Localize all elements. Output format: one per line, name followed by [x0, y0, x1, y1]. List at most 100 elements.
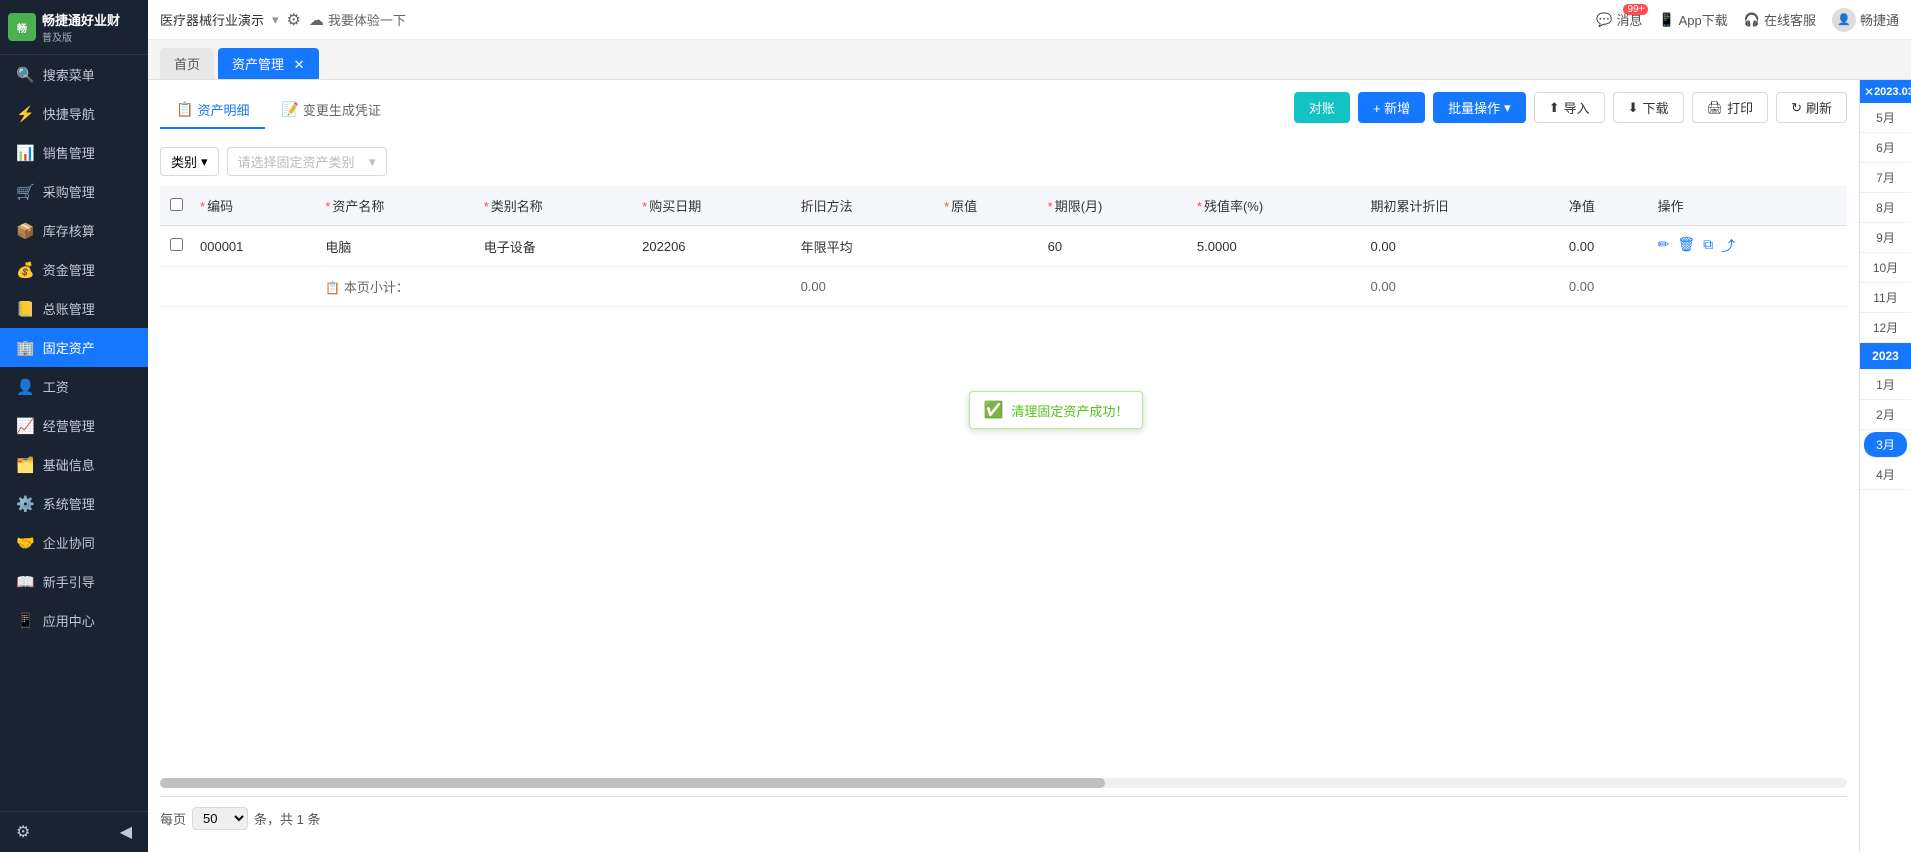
app-download-button[interactable]: 📱 App下载: [1658, 10, 1727, 29]
row-net-value: 0.00: [1561, 226, 1650, 267]
th-actions-label: 操作: [1658, 199, 1684, 214]
sidebar-item-funds[interactable]: 💰资金管理: [0, 250, 148, 289]
sidebar-label-quick-nav: 快捷导航: [43, 104, 95, 123]
batch-ops-label: 批量操作: [1448, 98, 1500, 117]
sidebar-item-app-center[interactable]: 📱应用中心: [0, 601, 148, 640]
tab-asset-management-label: 资产管理: [232, 57, 284, 72]
sidebar-icon-ledger: 📒: [16, 300, 35, 318]
timeline-year-label: 2023.03: [1874, 86, 1911, 98]
experience-label: 我要体验一下: [328, 10, 406, 29]
sidebar-icon-quick-nav: ⚡: [16, 105, 35, 123]
th-net-value-label: 净值: [1569, 199, 1595, 214]
app-title-block: 畅捷通好业财 普及版: [42, 10, 120, 44]
table-horizontal-scrollbar[interactable]: [160, 778, 1847, 788]
sidebar-icon-system: ⚙️: [16, 495, 35, 513]
per-page-label: 每页: [160, 809, 186, 828]
timeline-month[interactable]: 1月: [1860, 370, 1911, 400]
sidebar-icon-inventory: 📦: [16, 222, 35, 240]
category-value-select[interactable]: 请选择固定资产类别 ▾: [227, 147, 387, 176]
timeline-month[interactable]: 8月: [1860, 193, 1911, 223]
user-profile[interactable]: 👤 畅捷通: [1832, 8, 1899, 32]
import-button[interactable]: ⬆ 导入: [1534, 92, 1605, 123]
download-icon: ⬇: [1628, 100, 1639, 116]
sub-tab-asset-detail[interactable]: 📋 资产明细: [160, 92, 265, 129]
sidebar-item-guide[interactable]: 📖新手引导: [0, 562, 148, 601]
topbar-right: 💬 消息 99+ 📱 App下载 🎧 在线客服 👤 畅捷通: [1596, 8, 1899, 32]
sidebar-item-fixed-assets[interactable]: 🏢固定资产: [0, 328, 148, 367]
sub-tab-change-voucher[interactable]: 📝 变更生成凭证: [265, 92, 396, 129]
more-icon[interactable]: ⤴: [1721, 236, 1735, 256]
experience-button[interactable]: ☁ 我要体验一下: [309, 10, 406, 29]
success-message: 清理固定资产成功！: [1011, 401, 1128, 420]
edit-icon[interactable]: ✏: [1658, 236, 1670, 256]
collapse-icon[interactable]: ◀: [120, 822, 132, 842]
sidebar-item-sales[interactable]: 📊销售管理: [0, 133, 148, 172]
import-label: 导入: [1564, 98, 1590, 117]
tab-home[interactable]: 首页: [160, 48, 214, 79]
timeline-month[interactable]: 5月: [1860, 103, 1911, 133]
download-button[interactable]: ⬇ 下载: [1613, 92, 1684, 123]
sidebar-item-ledger[interactable]: 📒总账管理: [0, 289, 148, 328]
th-residual-rate: *残值率(%): [1189, 186, 1363, 226]
company-dropdown-icon[interactable]: ▾: [272, 12, 279, 28]
print-button[interactable]: 🖨 打印: [1692, 92, 1769, 123]
subtotal-initial: 0.00: [1363, 267, 1561, 307]
delete-icon[interactable]: 🗑: [1677, 236, 1695, 256]
row-depreciation-method-value: 年限平均: [801, 240, 853, 255]
sidebar-item-search[interactable]: 🔍搜索菜单: [0, 55, 148, 94]
timeline-month[interactable]: 2月: [1860, 400, 1911, 430]
timeline-month[interactable]: 11月: [1860, 283, 1911, 313]
timeline-month[interactable]: 4月: [1860, 460, 1911, 490]
action-icons: ✏ 🗑 ⧉ ⤴: [1658, 236, 1839, 256]
tab-home-label: 首页: [174, 57, 200, 72]
subtotal-mid: [936, 267, 1362, 307]
select-all-checkbox[interactable]: [170, 198, 183, 211]
sidebar-item-inventory[interactable]: 📦库存核算: [0, 211, 148, 250]
sidebar-item-payroll[interactable]: 👤工资: [0, 367, 148, 406]
tab-asset-management[interactable]: 资产管理 ✕: [218, 48, 319, 79]
print-label: 打印: [1727, 98, 1753, 117]
subtotal-actions: [1650, 267, 1847, 307]
per-page-select[interactable]: 50 100 200: [192, 807, 248, 830]
sidebar-label-sales: 销售管理: [43, 143, 95, 162]
online-service-icon: 🎧: [1744, 12, 1760, 28]
settings-icon[interactable]: ⚙: [16, 822, 30, 842]
sidebar-item-purchase[interactable]: 🛒采购管理: [0, 172, 148, 211]
category-value-placeholder: 请选择固定资产类别: [238, 152, 355, 171]
reconcile-button[interactable]: 对账: [1294, 92, 1350, 123]
timeline-month[interactable]: 10月: [1860, 253, 1911, 283]
timeline-close-icon[interactable]: ✕: [1864, 85, 1874, 99]
timeline-month[interactable]: 12月: [1860, 313, 1911, 343]
timeline-month[interactable]: 7月: [1860, 163, 1911, 193]
timeline-month[interactable]: 9月: [1860, 223, 1911, 253]
timeline-month[interactable]: 3月: [1864, 432, 1907, 458]
th-purchase-date-label: 购买日期: [649, 199, 701, 214]
row-category: 电子设备: [476, 226, 634, 267]
new-button[interactable]: + 新增: [1358, 92, 1425, 123]
table-header-row: *编码 *资产名称 *类别名称 *购买日期 折旧方法 *原值 *期限(月) *残…: [160, 186, 1847, 226]
sidebar-item-quick-nav[interactable]: ⚡ 快捷导航: [0, 94, 148, 133]
category-filter-select[interactable]: 类别 ▾: [160, 147, 219, 176]
row-checkbox[interactable]: [170, 238, 183, 251]
sidebar-item-system[interactable]: ⚙️系统管理: [0, 484, 148, 523]
batch-ops-button[interactable]: 批量操作 ▾: [1433, 92, 1526, 123]
category-filter-label: 类别: [171, 152, 197, 171]
sidebar-label-purchase: 采购管理: [43, 182, 95, 201]
sidebar-item-operations[interactable]: 📈经营管理: [0, 406, 148, 445]
sidebar-item-enterprise[interactable]: 🤝企业协同: [0, 523, 148, 562]
sidebar-label-payroll: 工资: [43, 377, 69, 396]
sub-tabs: 📋 资产明细 📝 变更生成凭证: [160, 92, 397, 127]
online-service-button[interactable]: 🎧 在线客服: [1744, 10, 1816, 29]
tab-close-icon[interactable]: ✕: [294, 57, 305, 72]
copy-icon[interactable]: ⧉: [1703, 236, 1713, 256]
message-button[interactable]: 💬 消息 99+: [1596, 10, 1642, 29]
th-code: *编码: [192, 186, 317, 226]
timeline-month[interactable]: 6月: [1860, 133, 1911, 163]
row-purchase-date: 202206: [634, 226, 792, 267]
refresh-button[interactable]: ↻ 刷新: [1776, 92, 1847, 123]
sidebar-label-enterprise: 企业协同: [43, 533, 95, 552]
sidebar-label-basic-info: 基础信息: [43, 455, 95, 474]
topbar-settings-icon[interactable]: ⚙: [287, 10, 301, 30]
sidebar-item-basic-info[interactable]: 🗂️基础信息: [0, 445, 148, 484]
sidebar-icon-funds: 💰: [16, 261, 35, 279]
